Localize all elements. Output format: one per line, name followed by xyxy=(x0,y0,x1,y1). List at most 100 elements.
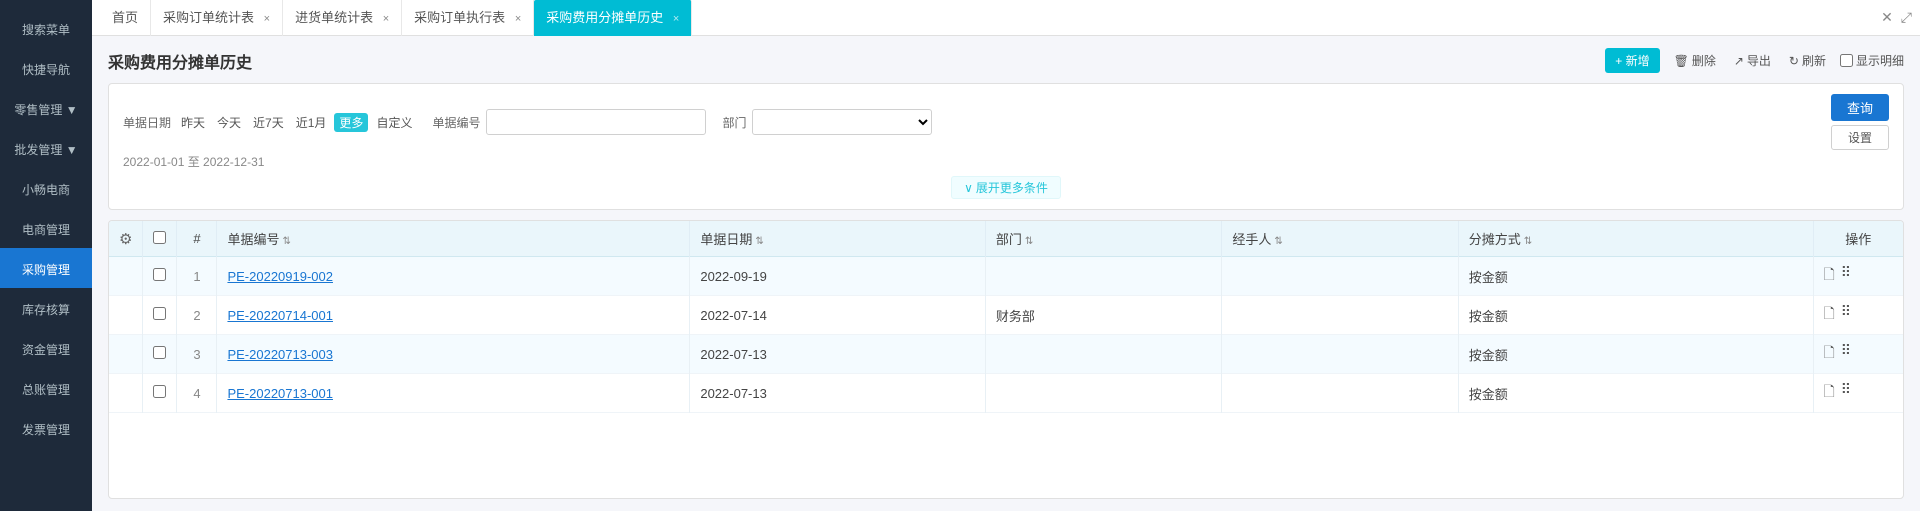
td-actions-2: 🗋 ⠿ xyxy=(1813,335,1903,374)
close-all-tabs-icon[interactable]: ✕ xyxy=(1881,9,1893,26)
sort-bill-no-icon[interactable]: ⇅ xyxy=(282,236,290,247)
expand-icon[interactable]: ⤢ xyxy=(1901,9,1912,26)
dept-select[interactable]: 财务部 xyxy=(752,109,932,135)
td-handler-0 xyxy=(1222,257,1458,296)
delete-icon: 🗑 xyxy=(1674,54,1689,68)
td-checkbox-0[interactable] xyxy=(143,257,177,296)
row-checkbox-0[interactable] xyxy=(153,268,166,281)
more-icon-0[interactable]: ⠿ xyxy=(1841,264,1851,288)
delete-button[interactable]: 🗑 删除 xyxy=(1670,50,1720,71)
tab-purchase-order-stats[interactable]: 采购订单统计表 × xyxy=(151,0,283,36)
bill-no-link-2[interactable]: PE-20220713-003 xyxy=(227,347,333,362)
td-settings-2 xyxy=(109,335,143,374)
tab-bar: 首页 采购订单统计表 × 进货单统计表 × 采购订单执行表 × 采购费用分摊单历… xyxy=(92,0,1920,36)
row-checkbox-1[interactable] xyxy=(153,307,166,320)
more-icon-2[interactable]: ⠿ xyxy=(1841,342,1851,366)
tab-home[interactable]: 首页 xyxy=(100,0,151,36)
th-bill-no[interactable]: 单据编号⇅ xyxy=(217,221,690,257)
close-tab-purchase-order-stats[interactable]: × xyxy=(264,13,270,25)
dept-label: 部门 xyxy=(722,114,746,131)
sidebar-item-inventory[interactable]: 库存核算 xyxy=(0,288,92,328)
bill-no-link-1[interactable]: PE-20220714-001 xyxy=(227,308,333,323)
sort-method-icon[interactable]: ⇅ xyxy=(1524,236,1532,247)
td-date-0: 2022-09-19 xyxy=(690,257,986,296)
sort-handler-icon[interactable]: ⇅ xyxy=(1274,236,1282,247)
sidebar-item-purchase[interactable]: 采购管理 xyxy=(0,248,92,288)
bill-no-input[interactable] xyxy=(486,109,706,135)
td-method-3: 按金额 xyxy=(1458,374,1813,413)
td-dept-0 xyxy=(985,257,1221,296)
export-button[interactable]: ↗ 导出 xyxy=(1730,50,1775,71)
th-handler[interactable]: 经手人⇅ xyxy=(1222,221,1458,257)
sidebar-item-retail[interactable]: 零售管理 ▼ xyxy=(0,88,92,128)
query-button[interactable]: 查询 xyxy=(1831,94,1889,121)
bill-no-link-0[interactable]: PE-20220919-002 xyxy=(227,269,333,284)
td-settings-0 xyxy=(109,257,143,296)
show-columns-checkbox[interactable]: 显示明细 xyxy=(1840,52,1904,69)
view-icon-3[interactable]: 🗋 xyxy=(1824,381,1835,405)
refresh-button[interactable]: ↻ 刷新 xyxy=(1785,50,1830,71)
td-bill-no-0[interactable]: PE-20220919-002 xyxy=(217,257,690,296)
sidebar-item-search[interactable]: 搜索菜单 xyxy=(0,8,92,48)
td-num-2: 3 xyxy=(177,335,217,374)
td-checkbox-2[interactable] xyxy=(143,335,177,374)
settings-gear-icon[interactable]: ⚙ xyxy=(119,231,132,248)
td-num-3: 4 xyxy=(177,374,217,413)
sidebar-item-ledger[interactable]: 总账管理 xyxy=(0,368,92,408)
bill-no-filter-group: 单据编号 xyxy=(432,109,706,135)
close-tab-goods-stats[interactable]: × xyxy=(383,13,389,25)
filter-settings-button[interactable]: 设置 xyxy=(1831,125,1889,150)
data-table: ⚙ # 单据编号⇅ 单据日期⇅ 部门⇅ xyxy=(108,220,1904,499)
sidebar-item-wholesale[interactable]: 批发管理 ▼ xyxy=(0,128,92,168)
th-date[interactable]: 单据日期⇅ xyxy=(690,221,986,257)
sidebar-item-nav[interactable]: 快捷导航 xyxy=(0,48,92,88)
close-tab-purchase-exec[interactable]: × xyxy=(515,13,521,25)
td-actions-1: 🗋 ⠿ xyxy=(1813,296,1903,335)
td-bill-no-1[interactable]: PE-20220714-001 xyxy=(217,296,690,335)
date-btn-today[interactable]: 今天 xyxy=(213,113,245,132)
tab-purchase-exec[interactable]: 采购订单执行表 × xyxy=(402,0,534,36)
table-row: 1 PE-20220919-002 2022-09-19 按金额 🗋 ⠿ xyxy=(109,257,1903,296)
th-settings[interactable]: ⚙ xyxy=(109,221,143,257)
sidebar-item-ecommerce[interactable]: 电商管理 xyxy=(0,208,92,248)
select-all-checkbox[interactable] xyxy=(153,231,166,244)
row-checkbox-3[interactable] xyxy=(153,385,166,398)
row-checkbox-2[interactable] xyxy=(153,346,166,359)
purchase-cost-table: ⚙ # 单据编号⇅ 单据日期⇅ 部门⇅ xyxy=(109,221,1903,413)
sidebar-item-invoice[interactable]: 发票管理 xyxy=(0,408,92,448)
th-method[interactable]: 分摊方式⇅ xyxy=(1458,221,1813,257)
date-btn-custom[interactable]: 自定义 xyxy=(372,113,416,132)
close-tab-purchase-cost-history[interactable]: × xyxy=(673,13,679,25)
td-date-2: 2022-07-13 xyxy=(690,335,986,374)
sort-date-icon[interactable]: ⇅ xyxy=(755,236,763,247)
bill-no-link-3[interactable]: PE-20220713-001 xyxy=(227,386,333,401)
view-icon-0[interactable]: 🗋 xyxy=(1824,264,1835,288)
td-date-1: 2022-07-14 xyxy=(690,296,986,335)
th-checkbox xyxy=(143,221,177,257)
sidebar-item-finance[interactable]: 资金管理 xyxy=(0,328,92,368)
date-btn-yesterday[interactable]: 昨天 xyxy=(177,113,209,132)
table-body: 1 PE-20220919-002 2022-09-19 按金额 🗋 ⠿ 2 P… xyxy=(109,257,1903,413)
sidebar-item-ecommerce-small[interactable]: 小畅电商 xyxy=(0,168,92,208)
chevron-down-icon: ∨ xyxy=(964,181,973,195)
td-actions-0: 🗋 ⠿ xyxy=(1813,257,1903,296)
td-bill-no-2[interactable]: PE-20220713-003 xyxy=(217,335,690,374)
show-columns-input[interactable] xyxy=(1840,54,1853,67)
td-checkbox-3[interactable] xyxy=(143,374,177,413)
view-icon-2[interactable]: 🗋 xyxy=(1824,342,1835,366)
td-bill-no-3[interactable]: PE-20220713-001 xyxy=(217,374,690,413)
add-button[interactable]: + 新增 xyxy=(1605,48,1659,73)
date-btn-1month[interactable]: 近1月 xyxy=(292,113,331,132)
expand-more-conditions[interactable]: ∨ 展开更多条件 xyxy=(951,176,1061,199)
more-icon-1[interactable]: ⠿ xyxy=(1841,303,1851,327)
more-icon-3[interactable]: ⠿ xyxy=(1841,381,1851,405)
td-handler-2 xyxy=(1222,335,1458,374)
th-dept[interactable]: 部门⇅ xyxy=(985,221,1221,257)
tab-goods-stats[interactable]: 进货单统计表 × xyxy=(283,0,402,36)
tab-purchase-cost-history[interactable]: 采购费用分摊单历史 × xyxy=(534,0,692,36)
sort-dept-icon[interactable]: ⇅ xyxy=(1025,236,1033,247)
view-icon-1[interactable]: 🗋 xyxy=(1824,303,1835,327)
date-btn-7days[interactable]: 近7天 xyxy=(249,113,288,132)
td-checkbox-1[interactable] xyxy=(143,296,177,335)
date-btn-more[interactable]: 更多 xyxy=(334,113,368,132)
